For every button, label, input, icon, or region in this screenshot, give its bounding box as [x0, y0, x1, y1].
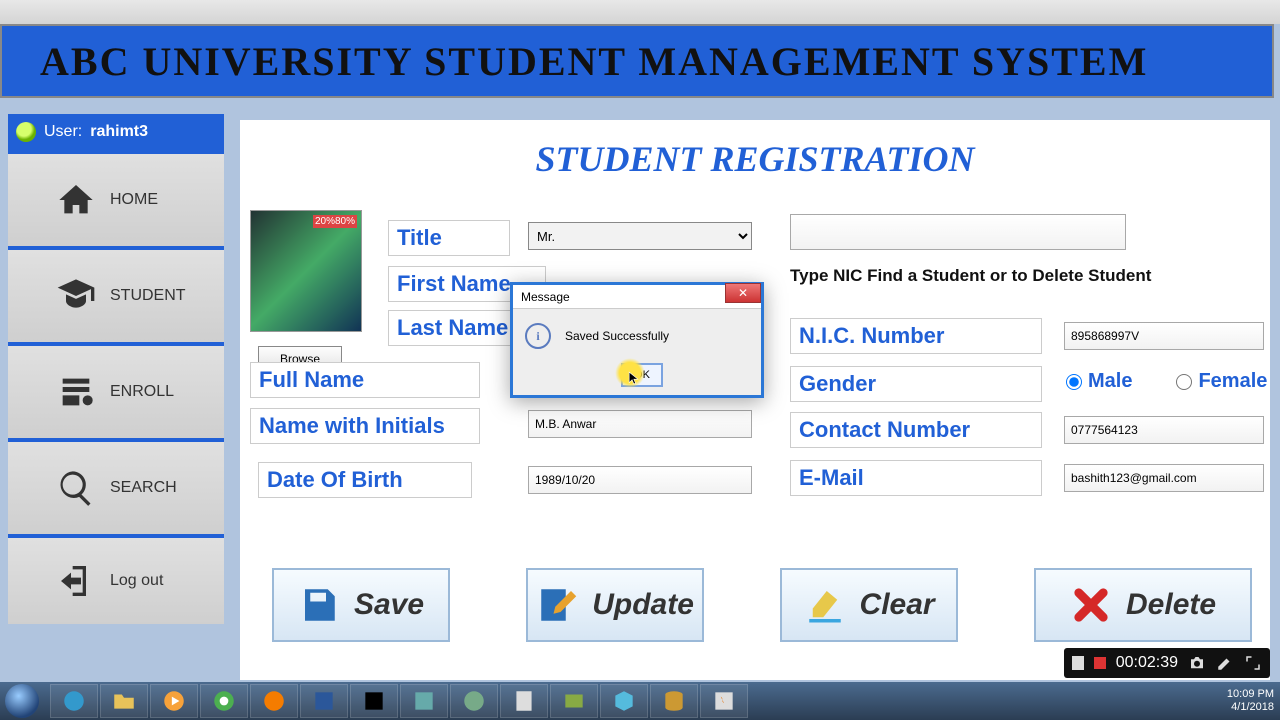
user-name: rahimt3	[90, 123, 148, 141]
clock-date: 4/1/2018	[1227, 701, 1274, 714]
sidebar-item-home[interactable]: HOME	[8, 150, 224, 246]
initials-input[interactable]	[528, 410, 752, 438]
notepad-icon[interactable]	[500, 684, 548, 718]
dialog-title: Message	[513, 285, 761, 309]
find-nic-input[interactable]	[790, 214, 1126, 250]
home-icon	[56, 180, 96, 220]
main-panel: STUDENT REGISTRATION Browse Title Mr. Fi…	[240, 120, 1270, 680]
label-dob: Date Of Birth	[258, 462, 472, 498]
action-row: Save Update Clear Delete	[262, 568, 1252, 652]
pencil-icon[interactable]	[1216, 654, 1234, 672]
torrent-icon[interactable]	[450, 684, 498, 718]
email-input[interactable]	[1064, 464, 1264, 492]
sidebar-label: Log out	[110, 572, 163, 590]
info-icon: i	[525, 323, 551, 349]
delete-button[interactable]: Delete	[1034, 568, 1252, 642]
recording-toolbar[interactable]: 00:02:39	[1064, 648, 1270, 678]
title-select[interactable]: Mr.	[528, 222, 752, 250]
expand-icon[interactable]	[1244, 654, 1262, 672]
dialog-ok-button[interactable]: OK	[621, 363, 663, 387]
user-label: User:	[44, 123, 82, 141]
label-gender: Gender	[790, 366, 1042, 402]
sidebar-item-student[interactable]: STUDENT	[8, 246, 224, 342]
clock-time: 10:09 PM	[1227, 688, 1274, 701]
message-dialog: Message ✕ i Saved Successfully OK	[510, 282, 764, 398]
label-title: Title	[388, 220, 510, 256]
close-icon: ✕	[738, 286, 748, 300]
label-full-name: Full Name	[250, 362, 480, 398]
cube-icon[interactable]	[600, 684, 648, 718]
pause-icon[interactable]	[1072, 656, 1084, 670]
taskbar-apps	[50, 684, 748, 718]
update-icon	[536, 584, 578, 626]
sidebar-label: ENROLL	[110, 383, 174, 401]
radio-male[interactable]: Male	[1066, 370, 1132, 393]
app-title: ABC UNIVERSITY STUDENT MANAGEMENT SYSTEM	[40, 38, 1148, 85]
update-button[interactable]: Update	[526, 568, 704, 642]
enroll-icon	[56, 372, 96, 412]
logout-icon	[56, 561, 96, 601]
label-nic: N.I.C. Number	[790, 318, 1042, 354]
app-titlebar	[0, 0, 1280, 24]
student-icon	[56, 276, 96, 316]
page-title: STUDENT REGISTRATION	[240, 120, 1270, 202]
dob-input[interactable]	[528, 466, 752, 494]
label-initials: Name with Initials	[250, 408, 480, 444]
recording-time: 00:02:39	[1116, 654, 1178, 672]
contact-input[interactable]	[1064, 416, 1264, 444]
sidebar-item-enroll[interactable]: ENROLL	[8, 342, 224, 438]
start-button[interactable]	[0, 682, 44, 720]
dialog-close-button[interactable]: ✕	[725, 283, 761, 303]
camera-icon[interactable]	[1188, 654, 1206, 672]
sidebar-item-logout[interactable]: Log out	[8, 534, 224, 624]
delete-icon	[1070, 584, 1112, 626]
sidebar-item-search[interactable]: SEARCH	[8, 438, 224, 534]
gender-radio: Male Female	[1066, 370, 1267, 393]
dialog-body: Saved Successfully	[565, 329, 669, 343]
taskbar[interactable]: 10:09 PM 4/1/2018	[0, 682, 1280, 720]
system-tray[interactable]: 10:09 PM 4/1/2018	[1227, 688, 1280, 714]
db-icon[interactable]	[650, 684, 698, 718]
record-icon[interactable]	[1094, 657, 1106, 669]
radio-female[interactable]: Female	[1176, 370, 1267, 393]
find-hint: Type NIC Find a Student or to Delete Stu…	[790, 266, 1151, 286]
chrome-icon[interactable]	[200, 684, 248, 718]
clear-icon	[804, 584, 846, 626]
media-icon[interactable]	[150, 684, 198, 718]
photo-thumbnail	[250, 210, 362, 332]
app-icon[interactable]	[400, 684, 448, 718]
save-button[interactable]: Save	[272, 568, 450, 642]
sidebar-label: HOME	[110, 191, 158, 209]
banner: ABC UNIVERSITY STUDENT MANAGEMENT SYSTEM	[0, 24, 1274, 98]
explorer-icon[interactable]	[100, 684, 148, 718]
user-icon	[16, 122, 36, 142]
java-icon[interactable]	[700, 684, 748, 718]
sidebar-label: SEARCH	[110, 479, 177, 497]
sidebar: User: rahimt3 HOME STUDENT ENROLL SEARCH…	[8, 114, 224, 674]
publisher-icon[interactable]	[350, 684, 398, 718]
firefox-icon[interactable]	[250, 684, 298, 718]
nic-input[interactable]	[1064, 322, 1264, 350]
label-contact: Contact Number	[790, 412, 1042, 448]
save-icon	[298, 584, 340, 626]
word-icon[interactable]	[300, 684, 348, 718]
user-row: User: rahimt3	[8, 114, 224, 150]
search-icon	[56, 468, 96, 508]
winrar-icon[interactable]	[550, 684, 598, 718]
ie-icon[interactable]	[50, 684, 98, 718]
sidebar-label: STUDENT	[110, 287, 186, 305]
label-email: E-Mail	[790, 460, 1042, 496]
clear-button[interactable]: Clear	[780, 568, 958, 642]
